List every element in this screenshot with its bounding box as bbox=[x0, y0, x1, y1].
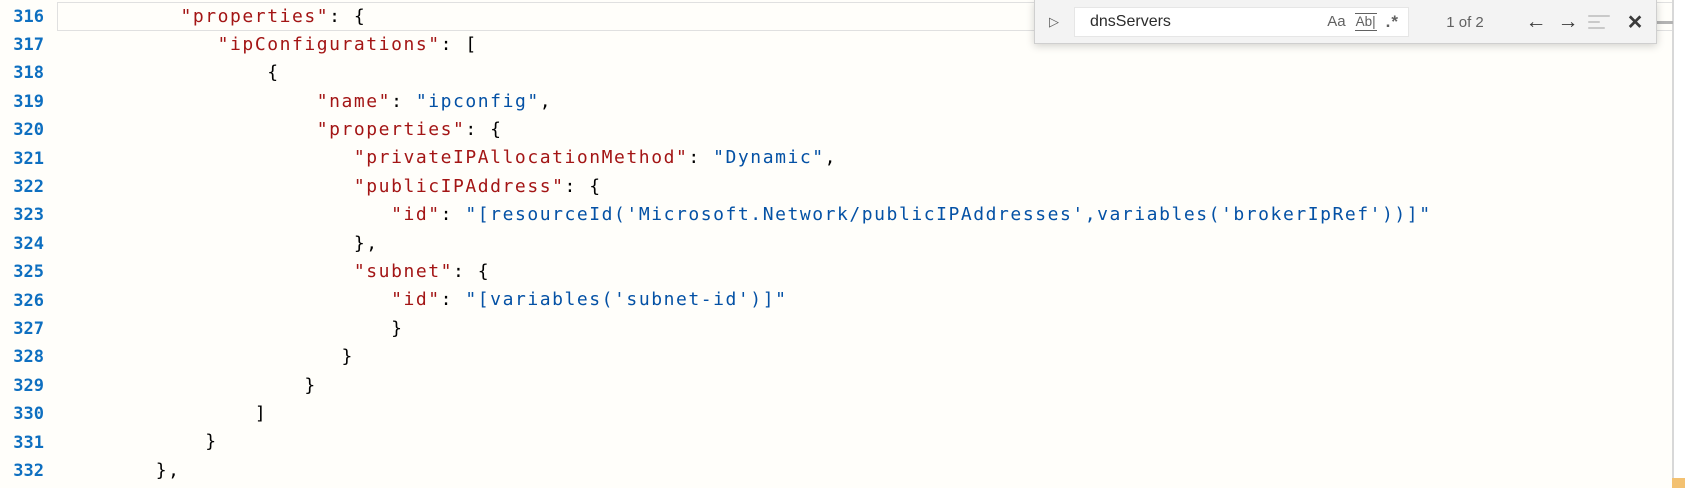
json-punctuation: : [ bbox=[440, 33, 478, 55]
code-line-324[interactable]: }, bbox=[0, 230, 1673, 258]
next-match-button[interactable]: → bbox=[1553, 0, 1583, 44]
json-key: "ipConfigurations" bbox=[217, 33, 441, 55]
code-line-322[interactable]: "publicIPAddress": { bbox=[0, 173, 1673, 201]
code-line-328[interactable]: } bbox=[0, 343, 1673, 371]
json-key: "id" bbox=[391, 204, 441, 226]
code-line-323[interactable]: "id": "[resourceId('Microsoft.Network/pu… bbox=[0, 201, 1673, 229]
json-key: "name" bbox=[316, 90, 392, 112]
code-line-329[interactable]: } bbox=[0, 372, 1673, 400]
code-line-321[interactable]: "privateIPAllocationMethod": "Dynamic", bbox=[0, 144, 1673, 172]
code-editor[interactable]: 316 317 318 319 320 321 322 323 324 325 326 327 328 3… bbox=[0, 0, 1685, 488]
overview-ruler-search-match-marker bbox=[1672, 478, 1685, 488]
json-punctuation: : bbox=[391, 90, 416, 112]
json-string-value: "[variables('subnet-id')]" bbox=[465, 289, 788, 311]
json-string-value: "[resourceId('Microsoft.Network/publicIP… bbox=[465, 204, 1432, 226]
json-key: "privateIPAllocationMethod" bbox=[353, 147, 689, 169]
json-punctuation: : { bbox=[453, 261, 491, 283]
chevron-right-icon: ▷ bbox=[1049, 14, 1059, 29]
code-line-325[interactable]: "subnet": { bbox=[0, 258, 1673, 286]
json-key: "properties" bbox=[180, 5, 330, 27]
code-line-318[interactable]: { bbox=[0, 59, 1673, 87]
regex-icon[interactable]: .* bbox=[1386, 13, 1399, 30]
code-line-327[interactable]: } bbox=[0, 315, 1673, 343]
json-punctuation: ] bbox=[254, 402, 268, 424]
close-find-widget-button[interactable]: × bbox=[1620, 0, 1650, 44]
whole-word-icon[interactable]: Ab| bbox=[1354, 13, 1377, 31]
code-lines[interactable]: "properties": { "ipConfigurations": [ { … bbox=[0, 3, 1673, 486]
find-widget: ▷ Aa Ab| .* 1 of 2 ← → × bbox=[1034, 0, 1657, 44]
json-key: "subnet" bbox=[353, 261, 454, 283]
json-punctuation: : { bbox=[329, 5, 367, 27]
json-punctuation: , bbox=[539, 90, 553, 112]
json-punctuation: : { bbox=[465, 119, 503, 141]
code-line-331[interactable]: } bbox=[0, 428, 1673, 456]
code-line-319[interactable]: "name": "ipconfig", bbox=[0, 88, 1673, 116]
match-count-label: 1 of 2 bbox=[1446, 13, 1484, 31]
code-line-326[interactable]: "id": "[variables('subnet-id')]" bbox=[0, 286, 1673, 314]
json-punctuation: : bbox=[440, 204, 466, 226]
json-punctuation: { bbox=[267, 62, 280, 84]
match-case-icon[interactable]: Aa bbox=[1327, 14, 1345, 30]
json-punctuation: } bbox=[304, 374, 317, 396]
find-in-selection-button[interactable] bbox=[1584, 0, 1614, 44]
code-line-320[interactable]: "properties": { bbox=[0, 116, 1673, 144]
json-punctuation: }, bbox=[353, 232, 379, 254]
arrow-right-icon: → bbox=[1557, 10, 1579, 33]
find-input[interactable] bbox=[1075, 9, 1328, 35]
close-icon: × bbox=[1627, 7, 1643, 36]
json-punctuation: : { bbox=[564, 175, 602, 197]
json-string-value: "Dynamic" bbox=[713, 147, 825, 169]
json-punctuation: : bbox=[688, 147, 714, 169]
json-punctuation: } bbox=[341, 346, 354, 368]
toggle-replace-button[interactable]: ▷ bbox=[1041, 0, 1067, 44]
previous-match-button[interactable]: ← bbox=[1521, 0, 1551, 44]
json-punctuation: , bbox=[824, 147, 838, 169]
json-key: "id" bbox=[391, 289, 441, 311]
json-key: "properties" bbox=[316, 119, 466, 141]
scrollbar-track[interactable] bbox=[1674, 0, 1685, 488]
code-line-330[interactable]: ] bbox=[0, 400, 1673, 428]
find-in-selection-icon bbox=[1588, 14, 1610, 30]
json-punctuation: } bbox=[205, 431, 218, 453]
json-string-value: "ipconfig" bbox=[415, 90, 540, 112]
find-input-box: Aa Ab| .* bbox=[1074, 7, 1409, 37]
json-punctuation: : bbox=[440, 289, 466, 311]
arrow-left-icon: ← bbox=[1525, 10, 1547, 33]
code-line-332[interactable]: }, bbox=[0, 457, 1673, 485]
json-punctuation: }, bbox=[155, 459, 181, 481]
json-key: "publicIPAddress" bbox=[353, 175, 565, 197]
find-options: Aa Ab| .* bbox=[1327, 13, 1408, 31]
overview-ruler-cursor-marker bbox=[1657, 21, 1673, 24]
json-punctuation: } bbox=[391, 317, 404, 339]
